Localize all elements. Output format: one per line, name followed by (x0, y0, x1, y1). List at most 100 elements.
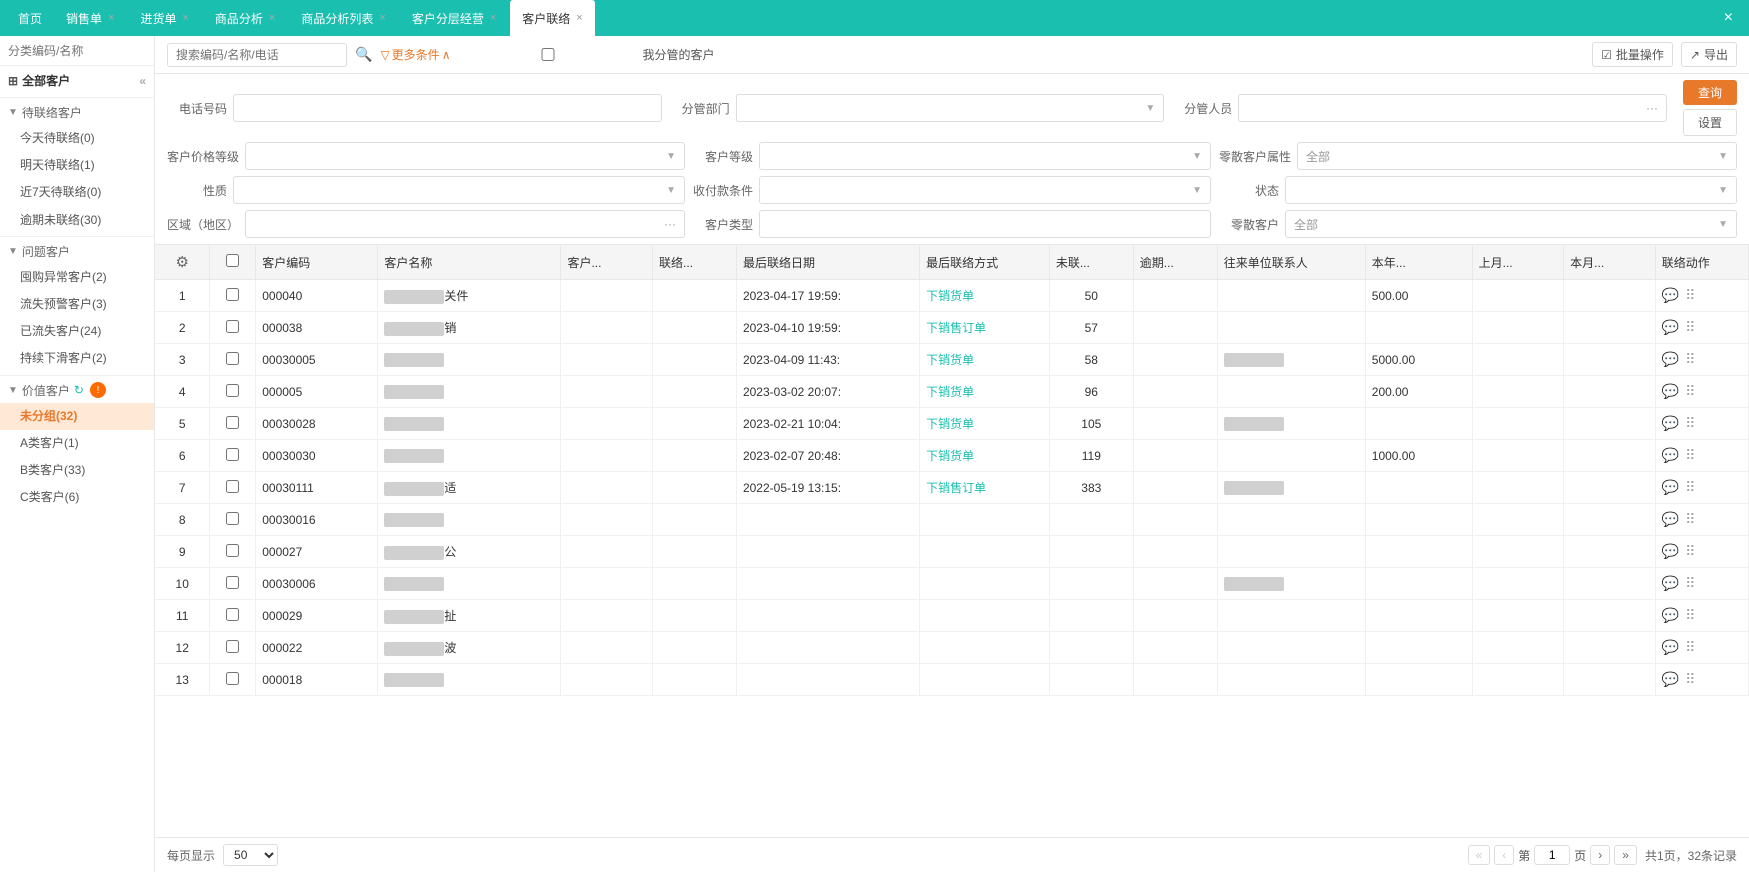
row-checkbox-cell[interactable] (210, 536, 256, 568)
more-action-icon[interactable]: ⠿ (1685, 543, 1695, 560)
row-checkbox[interactable] (226, 544, 239, 557)
search-icon[interactable]: 🔍 (355, 46, 372, 63)
nav-customer-segment-close[interactable]: × (490, 12, 496, 24)
row-checkbox[interactable] (226, 576, 239, 589)
contact-action-icon[interactable]: 💬 (1662, 415, 1679, 432)
row-checkbox-cell[interactable] (210, 600, 256, 632)
first-page-button[interactable]: « (1468, 845, 1491, 865)
close-window-button[interactable]: × (1716, 5, 1741, 31)
row-checkbox[interactable] (226, 352, 239, 365)
more-action-icon[interactable]: ⠿ (1685, 479, 1695, 496)
nav-home[interactable]: 首页 (8, 0, 52, 36)
row-checkbox-cell[interactable] (210, 472, 256, 504)
value-customers-group[interactable]: ▼ 价值客户 ↻ ! (0, 378, 154, 403)
last-method-link[interactable]: 下销货单 (926, 289, 974, 303)
row-checkbox-cell[interactable] (210, 408, 256, 440)
nav-purchase[interactable]: 进货单 × (128, 0, 200, 36)
contact-action-icon[interactable]: 💬 (1662, 671, 1679, 688)
last-method-link[interactable]: 下销货单 (926, 385, 974, 399)
last-method-link[interactable]: 下销售订单 (926, 321, 986, 335)
row-checkbox-cell[interactable] (210, 632, 256, 664)
problem-customers-group[interactable]: ▼ 问题客户 (0, 239, 154, 264)
sidebar-item-attrition-warning[interactable]: 流失预警客户(3) (0, 291, 154, 318)
row-checkbox-cell[interactable] (210, 376, 256, 408)
more-action-icon[interactable]: ⠿ (1685, 511, 1695, 528)
last-method-link[interactable]: 下销售订单 (926, 481, 986, 495)
row-checkbox[interactable] (226, 448, 239, 461)
gear-column-header[interactable]: ⚙ (155, 245, 210, 280)
contact-action-icon[interactable]: 💬 (1662, 607, 1679, 624)
price-level-input[interactable]: ▼ (245, 142, 685, 170)
nav-purchase-close[interactable]: × (182, 12, 188, 24)
last-method-link[interactable]: 下销货单 (926, 353, 974, 367)
collapse-icon[interactable]: « (139, 74, 146, 88)
contact-action-icon[interactable]: 💬 (1662, 351, 1679, 368)
nav-analysis-list[interactable]: 商品分析列表 × (289, 0, 397, 36)
sidebar-search-input[interactable] (8, 44, 155, 58)
row-checkbox[interactable] (226, 672, 239, 685)
dept-input[interactable]: ▼ (736, 94, 1165, 122)
row-checkbox[interactable] (226, 384, 239, 397)
my-customers-checkbox[interactable] (458, 48, 638, 61)
region-input[interactable]: ··· (245, 210, 685, 238)
retail-attr-input[interactable]: 全部 ▼ (1297, 142, 1737, 170)
nav-customer-contact[interactable]: 客户联络 × (510, 0, 594, 36)
contact-action-icon[interactable]: 💬 (1662, 479, 1679, 496)
retail-customer-input[interactable]: 全部 ▼ (1285, 210, 1737, 238)
contact-action-icon[interactable]: 💬 (1662, 639, 1679, 656)
sidebar-item-today-pending[interactable]: 今天待联络(0) (0, 125, 154, 152)
more-action-icon[interactable]: ⠿ (1685, 415, 1695, 432)
more-action-icon[interactable]: ⠿ (1685, 287, 1695, 304)
next-page-button[interactable]: › (1590, 845, 1610, 865)
row-checkbox-cell[interactable] (210, 440, 256, 472)
row-checkbox-cell[interactable] (210, 664, 256, 696)
page-size-select[interactable]: 50 100 200 (223, 844, 278, 866)
more-action-icon[interactable]: ⠿ (1685, 319, 1695, 336)
sidebar-item-class-b[interactable]: B类客户(33) (0, 457, 154, 484)
sidebar-item-lost[interactable]: 已流失客户(24) (0, 318, 154, 345)
row-checkbox-cell[interactable] (210, 312, 256, 344)
my-customers-checkbox-label[interactable]: 我分管的客户 (458, 46, 714, 63)
status-input[interactable]: ▼ (1285, 176, 1737, 204)
phone-input[interactable] (233, 94, 662, 122)
contact-action-icon[interactable]: 💬 (1662, 511, 1679, 528)
sidebar-item-declining[interactable]: 持续下滑客户(2) (0, 345, 154, 372)
sidebar-item-ungrouped[interactable]: 未分组(32) (0, 403, 154, 430)
contact-action-icon[interactable]: 💬 (1662, 319, 1679, 336)
sidebar-item-class-a[interactable]: A类客户(1) (0, 430, 154, 457)
more-action-icon[interactable]: ⠿ (1685, 671, 1695, 688)
customer-type-input[interactable] (759, 210, 1211, 238)
nav-customer-contact-close[interactable]: × (576, 12, 582, 24)
person-input[interactable]: ··· (1238, 94, 1667, 122)
row-checkbox-cell[interactable] (210, 504, 256, 536)
contact-action-icon[interactable]: 💬 (1662, 383, 1679, 400)
row-checkbox[interactable] (226, 320, 239, 333)
row-checkbox[interactable] (226, 288, 239, 301)
row-checkbox[interactable] (226, 608, 239, 621)
select-all-checkbox[interactable] (226, 254, 239, 267)
row-checkbox-cell[interactable] (210, 568, 256, 600)
last-method-link[interactable]: 下销货单 (926, 449, 974, 463)
sidebar-item-class-c[interactable]: C类客户(6) (0, 484, 154, 511)
nav-sales[interactable]: 销售单 × (54, 0, 126, 36)
more-action-icon[interactable]: ⠿ (1685, 351, 1695, 368)
row-checkbox[interactable] (226, 512, 239, 525)
row-checkbox[interactable] (226, 416, 239, 429)
search-input[interactable] (167, 43, 347, 67)
prev-page-button[interactable]: ‹ (1494, 845, 1514, 865)
sidebar-item-overdue-pending[interactable]: 逾期未联络(30) (0, 207, 154, 234)
contact-action-icon[interactable]: 💬 (1662, 543, 1679, 560)
sidebar-item-tomorrow-pending[interactable]: 明天待联络(1) (0, 152, 154, 179)
contact-action-icon[interactable]: 💬 (1662, 575, 1679, 592)
last-page-button[interactable]: » (1614, 845, 1637, 865)
more-action-icon[interactable]: ⠿ (1685, 447, 1695, 464)
last-method-link[interactable]: 下销货单 (926, 417, 974, 431)
payment-input[interactable]: ▼ (759, 176, 1211, 204)
refresh-icon[interactable]: ↻ (74, 383, 84, 397)
batch-operation-button[interactable]: ☑ 批量操作 (1592, 42, 1673, 67)
nav-analysis-list-close[interactable]: × (379, 12, 385, 24)
reset-button[interactable]: 设置 (1683, 109, 1737, 136)
nav-sales-close[interactable]: × (108, 12, 114, 24)
more-action-icon[interactable]: ⠿ (1685, 383, 1695, 400)
more-action-icon[interactable]: ⠿ (1685, 575, 1695, 592)
